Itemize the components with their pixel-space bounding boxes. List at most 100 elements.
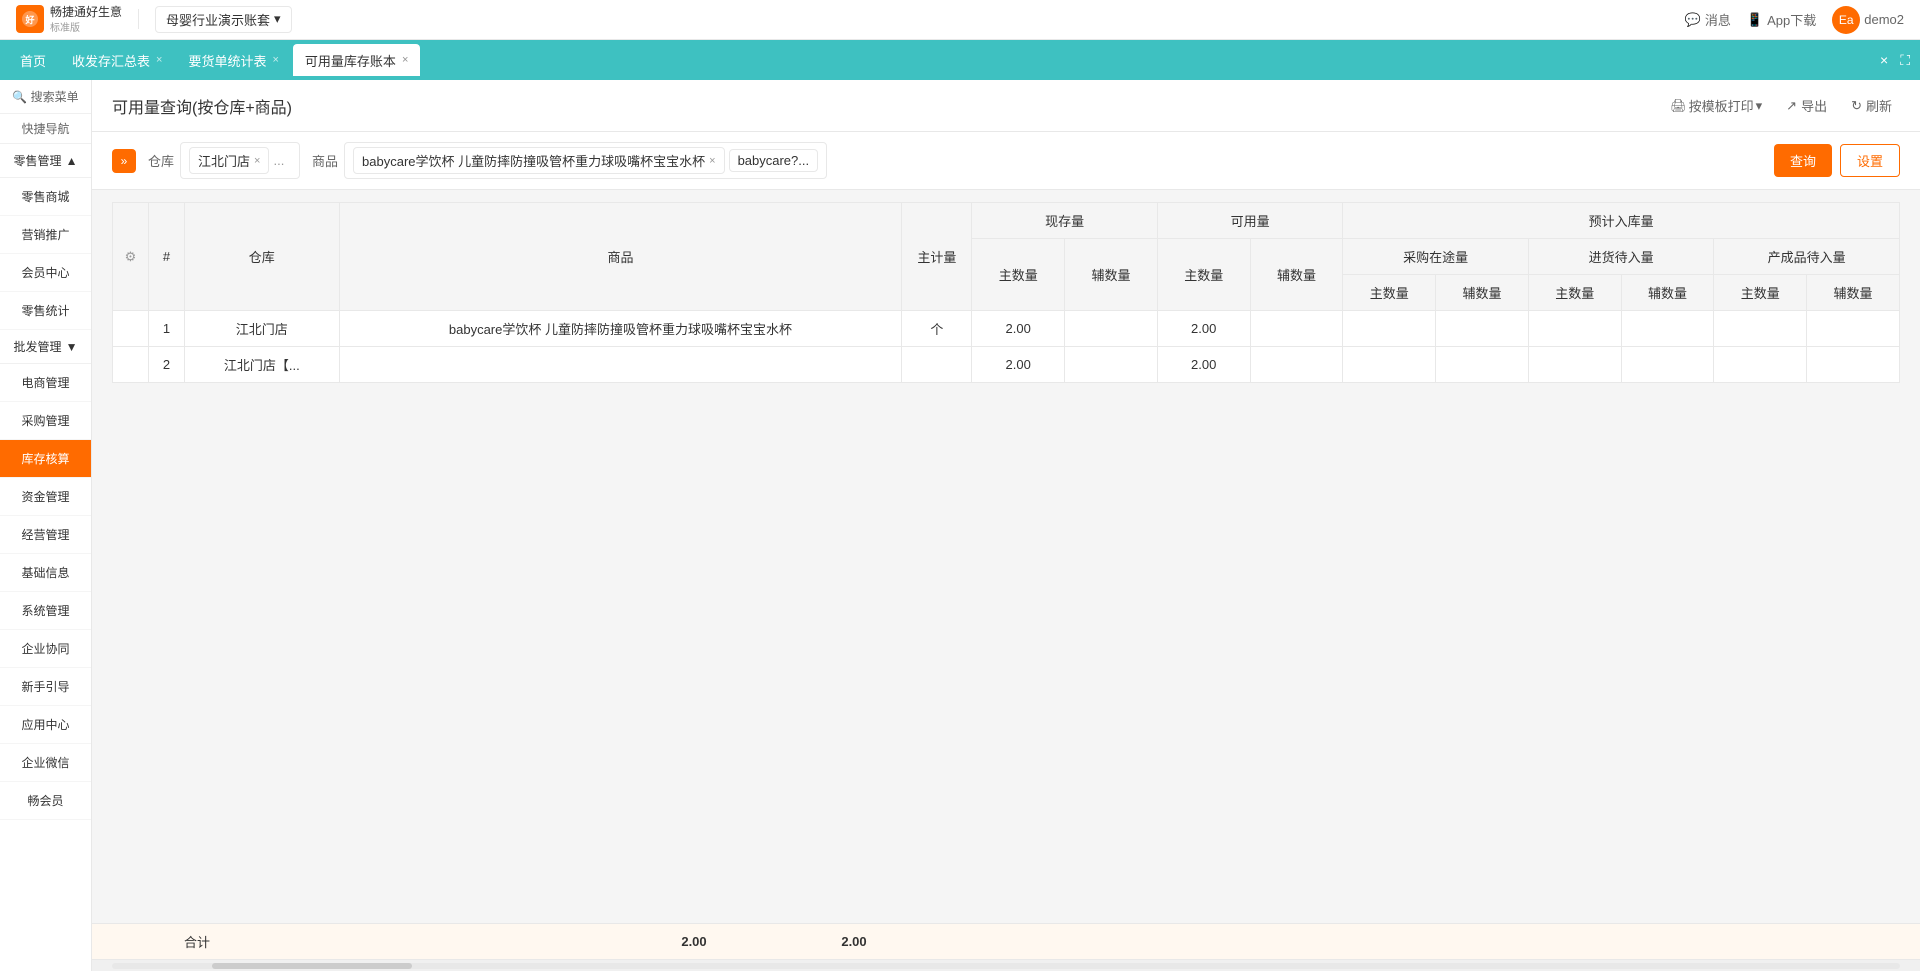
sidebar-item-basic-info[interactable]: 基础信息 [0, 554, 91, 592]
export-label: 导出 [1801, 96, 1827, 115]
sidebar-item-finance[interactable]: 资金管理 [0, 478, 91, 516]
td-stock-aux [1065, 347, 1158, 383]
top-bar: 好 畅捷通好生意 标准版 母婴行业演示账套 ▾ 💬 消息 📱 App下载 Ea [0, 0, 1920, 40]
td-production-main [1714, 311, 1807, 347]
export-button[interactable]: ↗ 导出 [1778, 92, 1835, 119]
print-dropdown-icon: ▾ [1756, 98, 1763, 114]
product-tag-1-remove[interactable]: × [709, 155, 715, 167]
sidebar: 🔍 搜索菜单 快捷导航 零售管理 ▲ 零售商城 营销推广 会员中心 零售统计 [0, 80, 92, 971]
sidebar-item-ecommerce[interactable]: 电商管理 [0, 364, 91, 402]
table-row: 1 江北门店 babycare学饮杯 儿童防摔防撞吸管杯重力球吸嘴杯宝宝水杯 个… [113, 311, 1900, 347]
fullscreen-btn[interactable]: ⛶ [1898, 50, 1912, 71]
enterprise-wechat-label: 企业微信 [21, 754, 69, 771]
retail-stats-label: 零售统计 [21, 302, 69, 319]
warehouse-tag-value: 江北门店 [198, 151, 250, 170]
table-row: 2 江北门店【... 2.00 2.00 [113, 347, 1900, 383]
sidebar-quick-nav[interactable]: 快捷导航 [0, 114, 91, 144]
sidebar-item-newbie[interactable]: 新手引导 [0, 668, 91, 706]
retail-mall-label: 零售商城 [21, 188, 69, 205]
logo-main-text: 畅捷通好生意 [50, 5, 122, 19]
print-button[interactable]: 🖨 按模板打印 ▾ [1662, 92, 1770, 119]
sidebar-item-enterprise-wechat[interactable]: 企业微信 [0, 744, 91, 782]
print-icon: 🖨 [1670, 98, 1687, 114]
tab-order[interactable]: 要货单统计表 × [176, 44, 290, 76]
sidebar-item-member[interactable]: 会员中心 [0, 254, 91, 292]
sidebar-item-operations[interactable]: 经营管理 [0, 516, 91, 554]
nav-tabs-right: × ⛶ [1878, 50, 1912, 71]
print-label: 按模板打印 [1689, 96, 1754, 115]
sidebar-section: 零售管理 ▲ 零售商城 营销推广 会员中心 零售统计 批发管理 ▼ 电商管理 [0, 144, 91, 820]
system-label: 系统管理 [21, 602, 69, 619]
td-stock-main: 2.00 [972, 347, 1065, 383]
tab-order-close[interactable]: × [272, 54, 278, 66]
sidebar-item-wholesale-mgmt[interactable]: 批发管理 ▼ [0, 330, 91, 364]
filter-expand-btn[interactable]: » [112, 149, 136, 173]
tab-order-label: 要货单统计表 [188, 51, 266, 70]
scroll-bar-area[interactable] [92, 959, 1920, 971]
td-unit: 个 [902, 311, 972, 347]
sidebar-retail-label: 零售管理 [14, 152, 62, 169]
th-production-pending-aux: 辅数量 [1807, 275, 1900, 311]
scroll-bar-track[interactable] [112, 963, 1900, 969]
th-avail-aux: 辅数量 [1250, 239, 1343, 311]
th-settings[interactable]: ⚙ [113, 203, 149, 311]
messages-action[interactable]: 💬 消息 [1685, 10, 1731, 29]
sidebar-item-vip[interactable]: 畅会员 [0, 782, 91, 820]
user-name: demo2 [1864, 12, 1904, 27]
th-purchase-transit-main: 主数量 [1343, 275, 1436, 311]
basic-info-label: 基础信息 [21, 564, 69, 581]
tab-available-label: 可用量库存账本 [305, 51, 396, 70]
td-production-main [1714, 347, 1807, 383]
th-production-pending-main: 主数量 [1714, 275, 1807, 311]
product-input[interactable]: babycare学饮杯 儿童防摔防撞吸管杯重力球吸嘴杯宝宝水杯 × babyca… [344, 142, 827, 179]
page-title: 可用量查询(按仓库+商品) [112, 94, 292, 118]
close-all-btn[interactable]: × [1878, 50, 1890, 70]
sidebar-item-marketing[interactable]: 营销推广 [0, 216, 91, 254]
user-action[interactable]: Ea demo2 [1832, 6, 1904, 34]
product-tag-2-value: babycare?... [738, 153, 810, 168]
sidebar-item-app-center[interactable]: 应用中心 [0, 706, 91, 744]
member-label: 会员中心 [21, 264, 69, 281]
org-name: 母婴行业演示账套 [166, 10, 270, 29]
nav-tabs: 首页 收发存汇总表 × 要货单统计表 × 可用量库存账本 × × ⛶ [0, 40, 1920, 80]
download-action[interactable]: 📱 App下载 [1747, 10, 1816, 29]
phone-icon: 📱 [1747, 12, 1763, 28]
tab-available-close[interactable]: × [402, 54, 408, 66]
sidebar-item-retail-stats[interactable]: 零售统计 [0, 292, 91, 330]
filter-warehouse-field: 仓库 江北门店 × ... [148, 142, 300, 179]
th-stock-main: 主数量 [972, 239, 1065, 311]
sidebar-item-system[interactable]: 系统管理 [0, 592, 91, 630]
tab-available[interactable]: 可用量库存账本 × [293, 44, 420, 76]
table-container[interactable]: ⚙ # 仓库 商品 主计量 现存量 可用量 预计入库量 主数量 辅数量 主数量 [92, 190, 1920, 923]
top-bar-right: 💬 消息 📱 App下载 Ea demo2 [1685, 6, 1904, 34]
refresh-button[interactable]: ↻ 刷新 [1843, 92, 1900, 119]
warehouse-input[interactable]: 江北门店 × ... [180, 142, 300, 179]
sidebar-item-retail-mgmt[interactable]: 零售管理 ▲ [0, 144, 91, 178]
query-button[interactable]: 查询 [1774, 144, 1832, 177]
footer-stock-main: 2.00 [654, 934, 734, 949]
filter-area: » 仓库 江北门店 × ... 商品 babycare学饮杯 儿童防摔防撞吸管杯… [92, 132, 1920, 190]
sidebar-item-enterprise[interactable]: 企业协同 [0, 630, 91, 668]
tab-receivable[interactable]: 收发存汇总表 × [60, 44, 174, 76]
settings-icon[interactable]: ⚙ [125, 249, 137, 264]
product-tag-1-value: babycare学饮杯 儿童防摔防撞吸管杯重力球吸嘴杯宝宝水杯 [362, 151, 705, 170]
user-avatar: Ea [1832, 6, 1860, 34]
sidebar-item-inventory[interactable]: 库存核算 [0, 440, 91, 478]
scroll-bar-thumb[interactable] [212, 963, 412, 969]
th-purchase-transit: 采购在途量 [1343, 239, 1529, 275]
org-selector[interactable]: 母婴行业演示账套 ▾ [155, 6, 292, 33]
th-main-unit: 主计量 [902, 203, 972, 311]
sidebar-search[interactable]: 🔍 搜索菜单 [0, 80, 91, 114]
warehouse-tag-remove[interactable]: × [254, 155, 260, 167]
td-inbound-main [1528, 347, 1621, 383]
download-label: App下载 [1767, 10, 1816, 29]
sidebar-item-purchase[interactable]: 采购管理 [0, 402, 91, 440]
td-purchase-aux [1436, 311, 1529, 347]
warehouse-more[interactable]: ... [273, 153, 284, 168]
tab-home[interactable]: 首页 [8, 44, 58, 76]
tab-receivable-close[interactable]: × [156, 54, 162, 66]
settings-button[interactable]: 设置 [1840, 144, 1900, 177]
sidebar-item-retail-mall[interactable]: 零售商城 [0, 178, 91, 216]
th-seq: # [149, 203, 185, 311]
svg-text:好: 好 [24, 14, 34, 25]
